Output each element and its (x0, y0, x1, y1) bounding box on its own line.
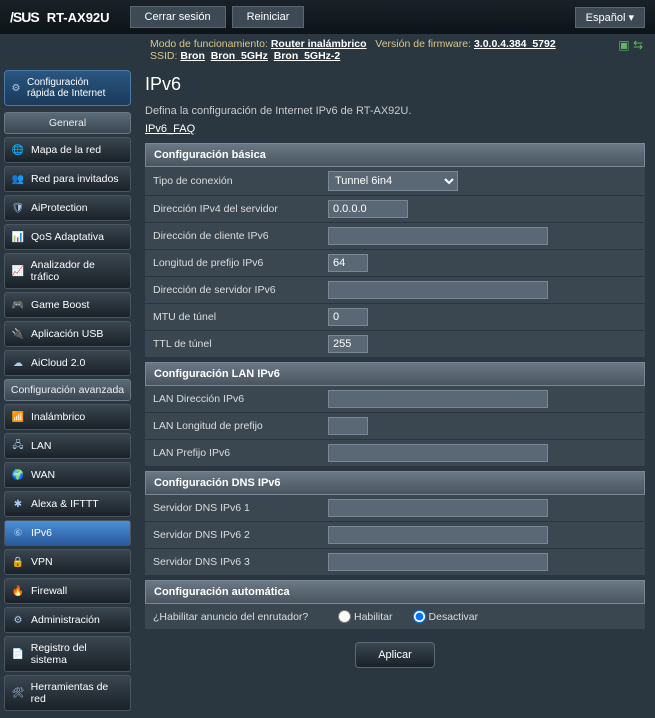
nav-icon: ⚙ (11, 613, 25, 627)
text-input[interactable] (328, 499, 548, 517)
nav-icon: 🛠 (11, 686, 25, 700)
page-description: Defina la configuración de Internet IPv6… (145, 105, 645, 117)
form-row: LAN Prefijo IPv6 (145, 440, 645, 467)
sidebar-item-aicloud-2-0[interactable]: ☁AiCloud 2.0 (4, 350, 131, 376)
text-input[interactable] (328, 254, 368, 272)
page-title: IPv6 (145, 74, 645, 95)
apply-button[interactable]: Aplicar (355, 642, 435, 668)
form-row: TTL de túnel (145, 331, 645, 358)
form-row: Tipo de conexiónTunnel 6in4 (145, 167, 645, 196)
group-general-header: General (4, 112, 131, 134)
form-row: Servidor DNS IPv6 3 (145, 549, 645, 576)
text-input[interactable] (328, 281, 548, 299)
nav-icon: 🛡 (11, 201, 25, 215)
nav-icon: ⑥ (11, 526, 25, 540)
operation-mode-link[interactable]: Router inalámbrico (271, 38, 367, 50)
connection-type-select[interactable]: Tunnel 6in4 (328, 171, 458, 191)
sidebar-item-wan[interactable]: 🌍WAN (4, 462, 131, 488)
sidebar-item-aiprotection[interactable]: 🛡AiProtection (4, 195, 131, 221)
nav-icon: 📊 (11, 230, 25, 244)
group-advanced-header: Configuración avanzada (4, 379, 131, 401)
text-input[interactable] (328, 553, 548, 571)
section-dns-header: Configuración DNS IPv6 (145, 471, 645, 495)
sidebar-item-mapa-de-la-red[interactable]: 🌐Mapa de la red (4, 137, 131, 163)
sidebar-item-registro-del-sistema[interactable]: 📄Registro del sistema (4, 636, 131, 672)
form-row: Dirección IPv4 del servidor (145, 196, 645, 223)
gear-icon: ⚙ (9, 81, 23, 95)
nav-icon: 🔥 (11, 584, 25, 598)
sidebar-item-administraci-n[interactable]: ⚙Administración (4, 607, 131, 633)
router-advertisement-row: ¿Habilitar anuncio del enrutador? Habili… (145, 604, 645, 630)
form-row: MTU de túnel (145, 304, 645, 331)
text-input[interactable] (328, 417, 368, 435)
main-content: IPv6 Defina la configuración de Internet… (135, 66, 655, 718)
sidebar-item-inal-mbrico[interactable]: 📶Inalámbrico (4, 404, 131, 430)
sidebar-item-analizador-de-tr-fico[interactable]: 📈Analizador de tráfico (4, 253, 131, 289)
reboot-button[interactable]: Reiniciar (232, 6, 305, 28)
nav-icon: ☁ (11, 356, 25, 370)
nav-icon: 📄 (11, 647, 25, 661)
enable-radio[interactable] (338, 610, 351, 623)
top-bar: /SUS RT-AX92U Cerrar sesión Reiniciar Es… (0, 0, 655, 34)
sidebar-item-alexa-ifttt[interactable]: ✱Alexa & IFTTT (4, 491, 131, 517)
nav-icon: 📶 (11, 410, 25, 424)
sidebar-item-qos-adaptativa[interactable]: 📊QoS Adaptativa (4, 224, 131, 250)
form-row: Servidor DNS IPv6 2 (145, 522, 645, 549)
text-input[interactable] (328, 390, 548, 408)
form-row: Dirección de servidor IPv6 (145, 277, 645, 304)
text-input[interactable] (328, 200, 408, 218)
model-name: RT-AX92U (47, 10, 110, 25)
nav-icon: 🔌 (11, 327, 25, 341)
nav-icon: 🖧 (11, 439, 25, 453)
top-buttons: Cerrar sesión Reiniciar (130, 6, 305, 28)
firmware-link[interactable]: 3.0.0.4.384_5792 (474, 38, 556, 50)
status-icons[interactable]: ▣ ⇆ (618, 38, 643, 52)
language-select[interactable]: Español (575, 7, 645, 28)
section-auto-header: Configuración automática (145, 580, 645, 604)
text-input[interactable] (328, 526, 548, 544)
sidebar-item-lan[interactable]: 🖧LAN (4, 433, 131, 459)
sidebar: ⚙ Configuraciónrápida de Internet Genera… (0, 66, 135, 718)
text-input[interactable] (328, 308, 368, 326)
form-row: Servidor DNS IPv6 1 (145, 495, 645, 522)
sidebar-item-game-boost[interactable]: 🎮Game Boost (4, 292, 131, 318)
nav-icon: 🎮 (11, 298, 25, 312)
sidebar-item-red-para-invitados[interactable]: 👥Red para invitados (4, 166, 131, 192)
form-row: Dirección de cliente IPv6 (145, 223, 645, 250)
disable-radio[interactable] (413, 610, 426, 623)
section-basic-header: Configuración básica (145, 143, 645, 167)
nav-icon: ✱ (11, 497, 25, 511)
nav-icon: 👥 (11, 172, 25, 186)
nav-icon: 🔒 (11, 555, 25, 569)
text-input[interactable] (328, 335, 368, 353)
nav-icon: 🌐 (11, 143, 25, 157)
nav-icon: 📈 (11, 264, 25, 278)
form-row: LAN Longitud de prefijo (145, 413, 645, 440)
sidebar-item-firewall[interactable]: 🔥Firewall (4, 578, 131, 604)
sidebar-item-vpn[interactable]: 🔒VPN (4, 549, 131, 575)
text-input[interactable] (328, 444, 548, 462)
text-input[interactable] (328, 227, 548, 245)
ipv6-faq-link[interactable]: IPv6_FAQ (145, 123, 195, 135)
form-row: Longitud de prefijo IPv6 (145, 250, 645, 277)
sidebar-item-ipv6[interactable]: ⑥IPv6 (4, 520, 131, 546)
sidebar-item-aplicaci-n-usb[interactable]: 🔌Aplicación USB (4, 321, 131, 347)
quick-internet-setup[interactable]: ⚙ Configuraciónrápida de Internet (4, 70, 131, 106)
logout-button[interactable]: Cerrar sesión (130, 6, 226, 28)
form-row: LAN Dirección IPv6 (145, 386, 645, 413)
nav-icon: 🌍 (11, 468, 25, 482)
section-lan-header: Configuración LAN IPv6 (145, 362, 645, 386)
info-bar: ▣ ⇆ Modo de funcionamiento: Router inalá… (0, 34, 655, 66)
brand-logo: /SUS (10, 9, 39, 25)
